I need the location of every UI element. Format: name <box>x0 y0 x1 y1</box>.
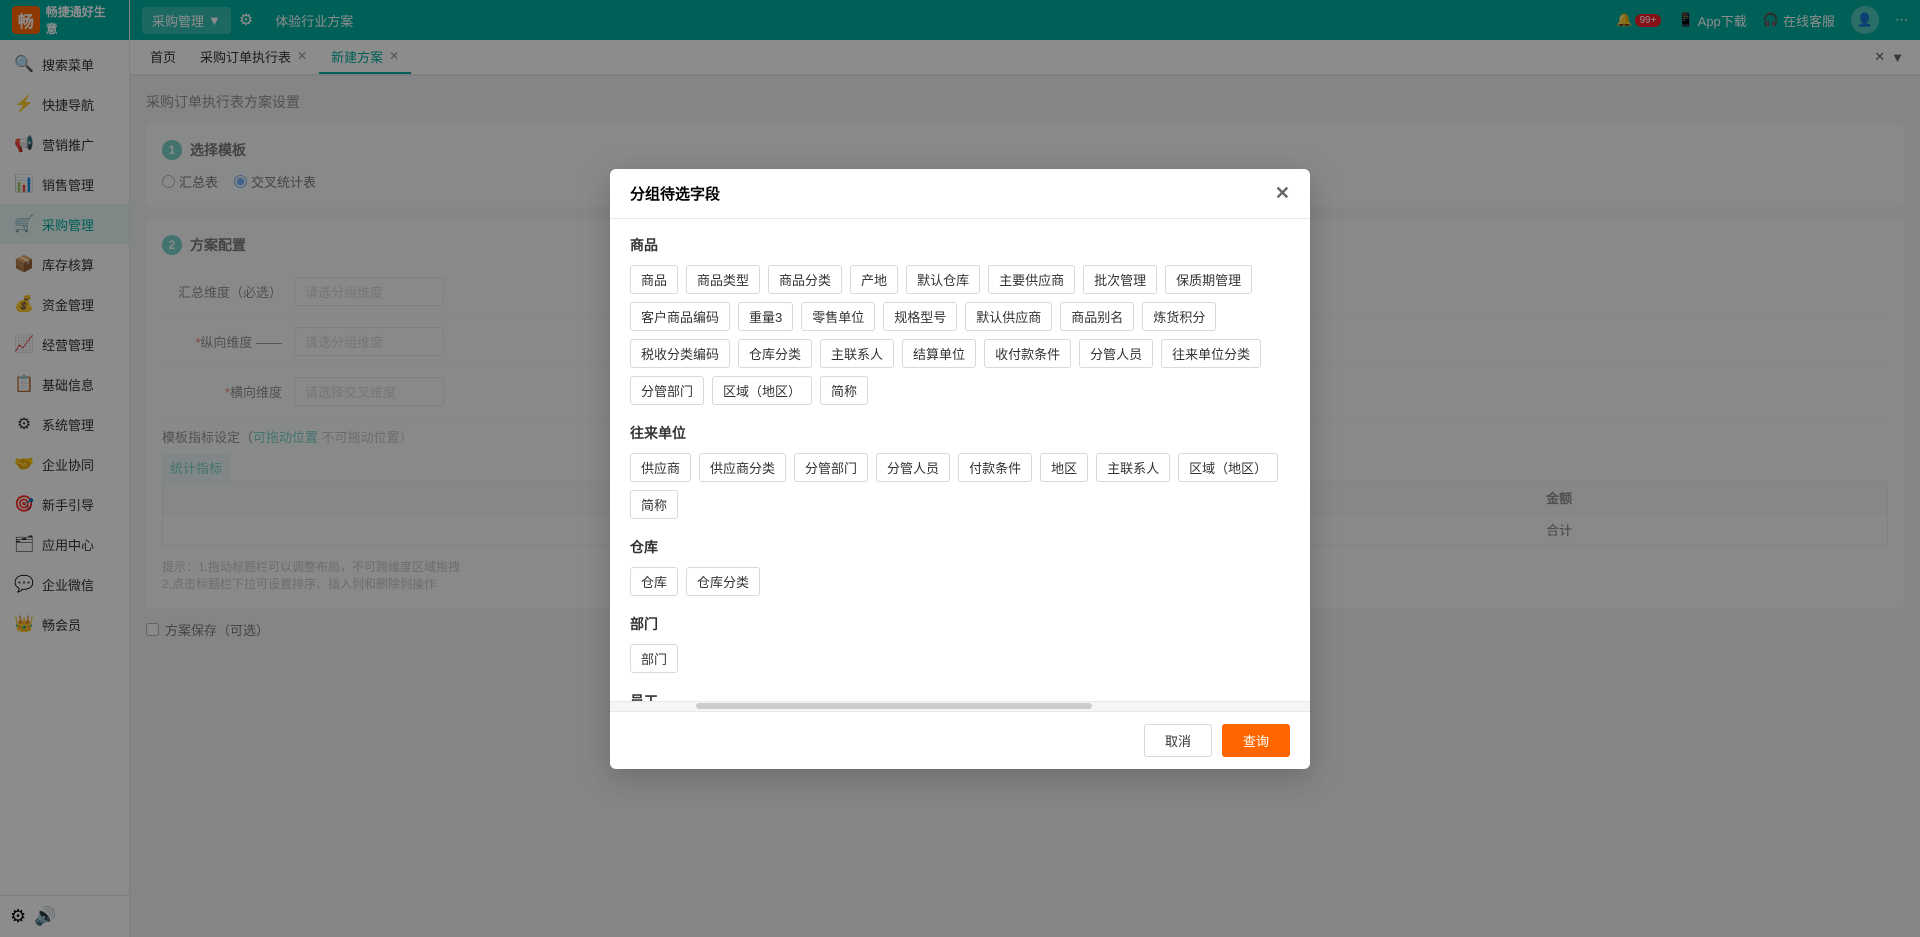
field-tag[interactable]: 保质期管理 <box>1165 265 1252 294</box>
modal-title: 分组待选字段 <box>630 183 720 204</box>
field-section-title-product: 商品 <box>630 235 1290 255</box>
field-tags-department: 部门 <box>630 644 1290 673</box>
field-tag[interactable]: 结算单位 <box>902 339 976 368</box>
field-tag[interactable]: 重量3 <box>738 302 793 331</box>
cancel-button[interactable]: 取消 <box>1144 724 1212 757</box>
field-tag[interactable]: 供应商 <box>630 453 691 482</box>
field-tag[interactable]: 商品 <box>630 265 678 294</box>
field-tags-warehouse: 仓库仓库分类 <box>630 567 1290 596</box>
field-tag[interactable]: 分管人员 <box>876 453 950 482</box>
modal-header: 分组待选字段 ✕ <box>610 169 1310 219</box>
field-tag[interactable]: 简称 <box>630 490 678 519</box>
field-tags-counterpart: 供应商供应商分类分管部门分管人员付款条件地区主联系人区域（地区） 简称 <box>630 453 1290 519</box>
field-section-title-counterpart: 往来单位 <box>630 423 1290 443</box>
field-section-title-employee: 员工 <box>630 691 1290 702</box>
field-tag[interactable]: 付款条件 <box>958 453 1032 482</box>
field-tag[interactable]: 仓库分类 <box>738 339 812 368</box>
field-section-employee: 员工业务员 <box>630 691 1290 702</box>
field-tag[interactable]: 主联系人 <box>1096 453 1170 482</box>
field-tag[interactable]: 商品类型 <box>686 265 760 294</box>
modal-footer: 取消 查询 <box>610 711 1310 769</box>
field-tag[interactable]: 产地 <box>850 265 898 294</box>
field-tag[interactable]: 商品分类 <box>768 265 842 294</box>
field-tag[interactable]: 收付款条件 <box>984 339 1071 368</box>
field-section-title-warehouse: 仓库 <box>630 537 1290 557</box>
field-tags-product: 商品商品类型商品分类产地默认仓库主要供应商批次管理保质期管理客户商品编码重量3 零… <box>630 265 1290 405</box>
field-tag[interactable]: 规格型号 <box>883 302 957 331</box>
field-tag[interactable]: 部门 <box>630 644 678 673</box>
field-tag[interactable]: 主联系人 <box>820 339 894 368</box>
confirm-button[interactable]: 查询 <box>1222 724 1290 757</box>
field-tag[interactable]: 供应商分类 <box>699 453 786 482</box>
field-tag[interactable]: 默认仓库 <box>906 265 980 294</box>
field-tag[interactable]: 商品别名 <box>1060 302 1134 331</box>
field-tag[interactable]: 仓库分类 <box>686 567 760 596</box>
modal-close-button[interactable]: ✕ <box>1275 184 1290 202</box>
field-tag[interactable]: 默认供应商 <box>965 302 1052 331</box>
field-section-warehouse: 仓库仓库仓库分类 <box>630 537 1290 596</box>
field-tag[interactable]: 零售单位 <box>801 302 875 331</box>
field-tag[interactable]: 仓库 <box>630 567 678 596</box>
field-tag[interactable]: 主要供应商 <box>988 265 1075 294</box>
modal-overlay: 分组待选字段 ✕ 商品商品商品类型商品分类产地默认仓库主要供应商批次管理保质期管… <box>0 0 1920 937</box>
field-section-title-department: 部门 <box>630 614 1290 634</box>
field-tag[interactable]: 分管部门 <box>630 376 704 405</box>
modal-scrollbar[interactable] <box>610 701 1310 710</box>
field-section-counterpart: 往来单位供应商供应商分类分管部门分管人员付款条件地区主联系人区域（地区） 简称 <box>630 423 1290 519</box>
scrollbar-thumb <box>696 703 1092 709</box>
field-tag[interactable]: 区域（地区） <box>1178 453 1278 482</box>
field-tag[interactable]: 分管部门 <box>794 453 868 482</box>
field-section-product: 商品商品商品类型商品分类产地默认仓库主要供应商批次管理保质期管理客户商品编码重量… <box>630 235 1290 405</box>
field-select-modal: 分组待选字段 ✕ 商品商品商品类型商品分类产地默认仓库主要供应商批次管理保质期管… <box>610 169 1310 769</box>
field-tag[interactable]: 地区 <box>1040 453 1088 482</box>
field-tag[interactable]: 简称 <box>820 376 868 405</box>
field-tag[interactable]: 客户商品编码 <box>630 302 730 331</box>
field-section-department: 部门部门 <box>630 614 1290 673</box>
field-tag[interactable]: 区域（地区） <box>712 376 812 405</box>
field-tag[interactable]: 税收分类编码 <box>630 339 730 368</box>
field-tag[interactable]: 往来单位分类 <box>1161 339 1261 368</box>
field-tag[interactable]: 分管人员 <box>1079 339 1153 368</box>
field-tag[interactable]: 批次管理 <box>1083 265 1157 294</box>
field-tag[interactable]: 炼货积分 <box>1142 302 1216 331</box>
modal-body: 商品商品商品类型商品分类产地默认仓库主要供应商批次管理保质期管理客户商品编码重量… <box>610 219 1310 702</box>
